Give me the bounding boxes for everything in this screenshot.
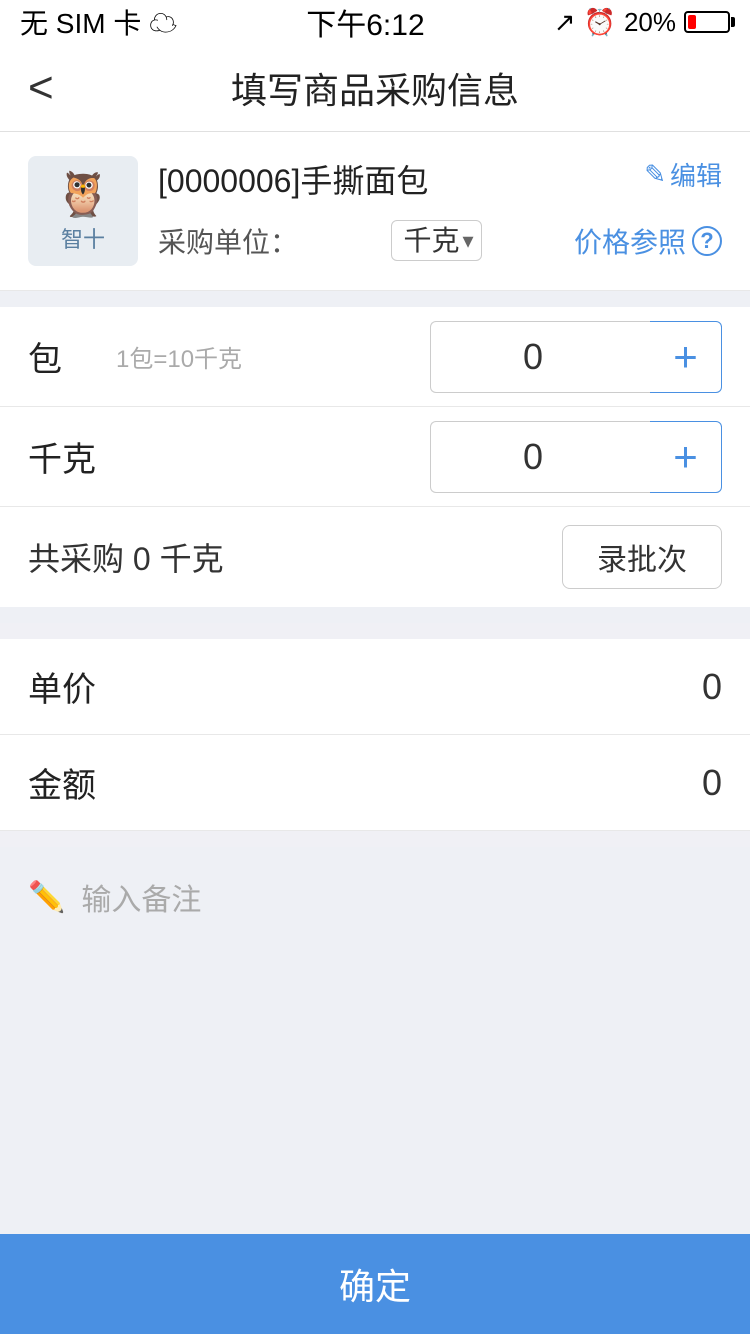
price-ref-label: 价格参照	[574, 221, 686, 261]
nav-bar: < 填写商品采购信息	[0, 44, 750, 132]
unit-price-label: 单价	[28, 662, 96, 711]
bag-input-wrapper: +	[430, 321, 722, 393]
edit-label: 编辑	[670, 156, 722, 193]
unit-select-wrapper[interactable]: 千克	[391, 220, 482, 261]
unit-select[interactable]: 千克	[391, 220, 482, 261]
product-thumb-text: 智十	[61, 222, 105, 254]
page-title: 填写商品采购信息	[231, 62, 519, 114]
pencil-icon: ✏️	[28, 880, 65, 915]
kg-input-row: 千克 +	[0, 407, 750, 507]
amount-value: 0	[702, 762, 722, 804]
product-unit-row: 采购单位： 千克 价格参照 ?	[158, 220, 722, 261]
kg-input-wrapper: +	[430, 421, 722, 493]
product-info: [0000006]手撕面包 ✎ 编辑 采购单位： 千克 价格参照 ?	[158, 156, 722, 261]
bag-label: 包	[28, 332, 108, 381]
notes-placeholder: 输入备注	[81, 875, 201, 919]
price-ref-help-icon: ?	[692, 226, 722, 256]
bag-sublabel: 1包=10千克	[116, 339, 430, 374]
product-thumbnail: 🦉 智十	[28, 156, 138, 266]
kg-label: 千克	[28, 432, 108, 481]
confirm-button[interactable]: 确定	[0, 1234, 750, 1334]
bag-input[interactable]	[430, 321, 650, 393]
kg-plus-button[interactable]: +	[650, 421, 722, 493]
alarm-icon: ⏰	[584, 7, 616, 38]
summary-amount: 0	[133, 541, 160, 577]
edit-icon: ✎	[644, 159, 666, 190]
summary-label: 共采购	[28, 541, 124, 577]
section-divider-2	[0, 607, 750, 623]
status-right: ↗ ⏰ 20%	[554, 7, 730, 38]
price-ref-button[interactable]: 价格参照 ?	[574, 221, 722, 261]
status-bar: 无 SIM 卡 ☁ 下午6:12 ↗ ⏰ 20%	[0, 0, 750, 44]
kg-input[interactable]	[430, 421, 650, 493]
location-icon: ↗	[554, 7, 576, 38]
summary-text: 共采购 0 千克	[28, 534, 224, 580]
price-section: 单价 0 金额 0	[0, 639, 750, 831]
input-section: 包 1包=10千克 + 千克 +	[0, 307, 750, 507]
battery-percent: 20%	[624, 7, 676, 38]
battery-icon	[684, 11, 730, 33]
product-thumb-icon: 🦉	[56, 168, 111, 220]
batch-button[interactable]: 录批次	[562, 525, 722, 589]
back-button[interactable]: <	[28, 66, 54, 110]
amount-row: 金额 0	[0, 735, 750, 831]
summary-unit: 千克	[160, 541, 224, 577]
sim-label: 无 SIM 卡 ☁	[20, 2, 177, 42]
status-time: 下午6:12	[306, 0, 424, 44]
unit-label: 采购单位：	[158, 221, 298, 261]
product-card: 🦉 智十 [0000006]手撕面包 ✎ 编辑 采购单位： 千克 价格参照 ?	[0, 132, 750, 291]
section-divider-1	[0, 291, 750, 307]
edit-button[interactable]: ✎ 编辑	[644, 156, 722, 193]
content-spacer	[0, 967, 750, 1247]
unit-price-value: 0	[702, 666, 722, 708]
notes-input-row: ✏️ 输入备注	[28, 875, 722, 919]
amount-label: 金额	[28, 758, 96, 807]
bag-input-row: 包 1包=10千克 +	[0, 307, 750, 407]
status-left: 无 SIM 卡 ☁	[20, 2, 177, 42]
summary-row: 共采购 0 千克 录批次	[0, 507, 750, 607]
unit-price-row: 单价 0	[0, 639, 750, 735]
bag-plus-button[interactable]: +	[650, 321, 722, 393]
product-name-row: [0000006]手撕面包 ✎ 编辑	[158, 156, 722, 202]
notes-section[interactable]: ✏️ 输入备注	[0, 847, 750, 967]
product-name: [0000006]手撕面包	[158, 156, 428, 202]
